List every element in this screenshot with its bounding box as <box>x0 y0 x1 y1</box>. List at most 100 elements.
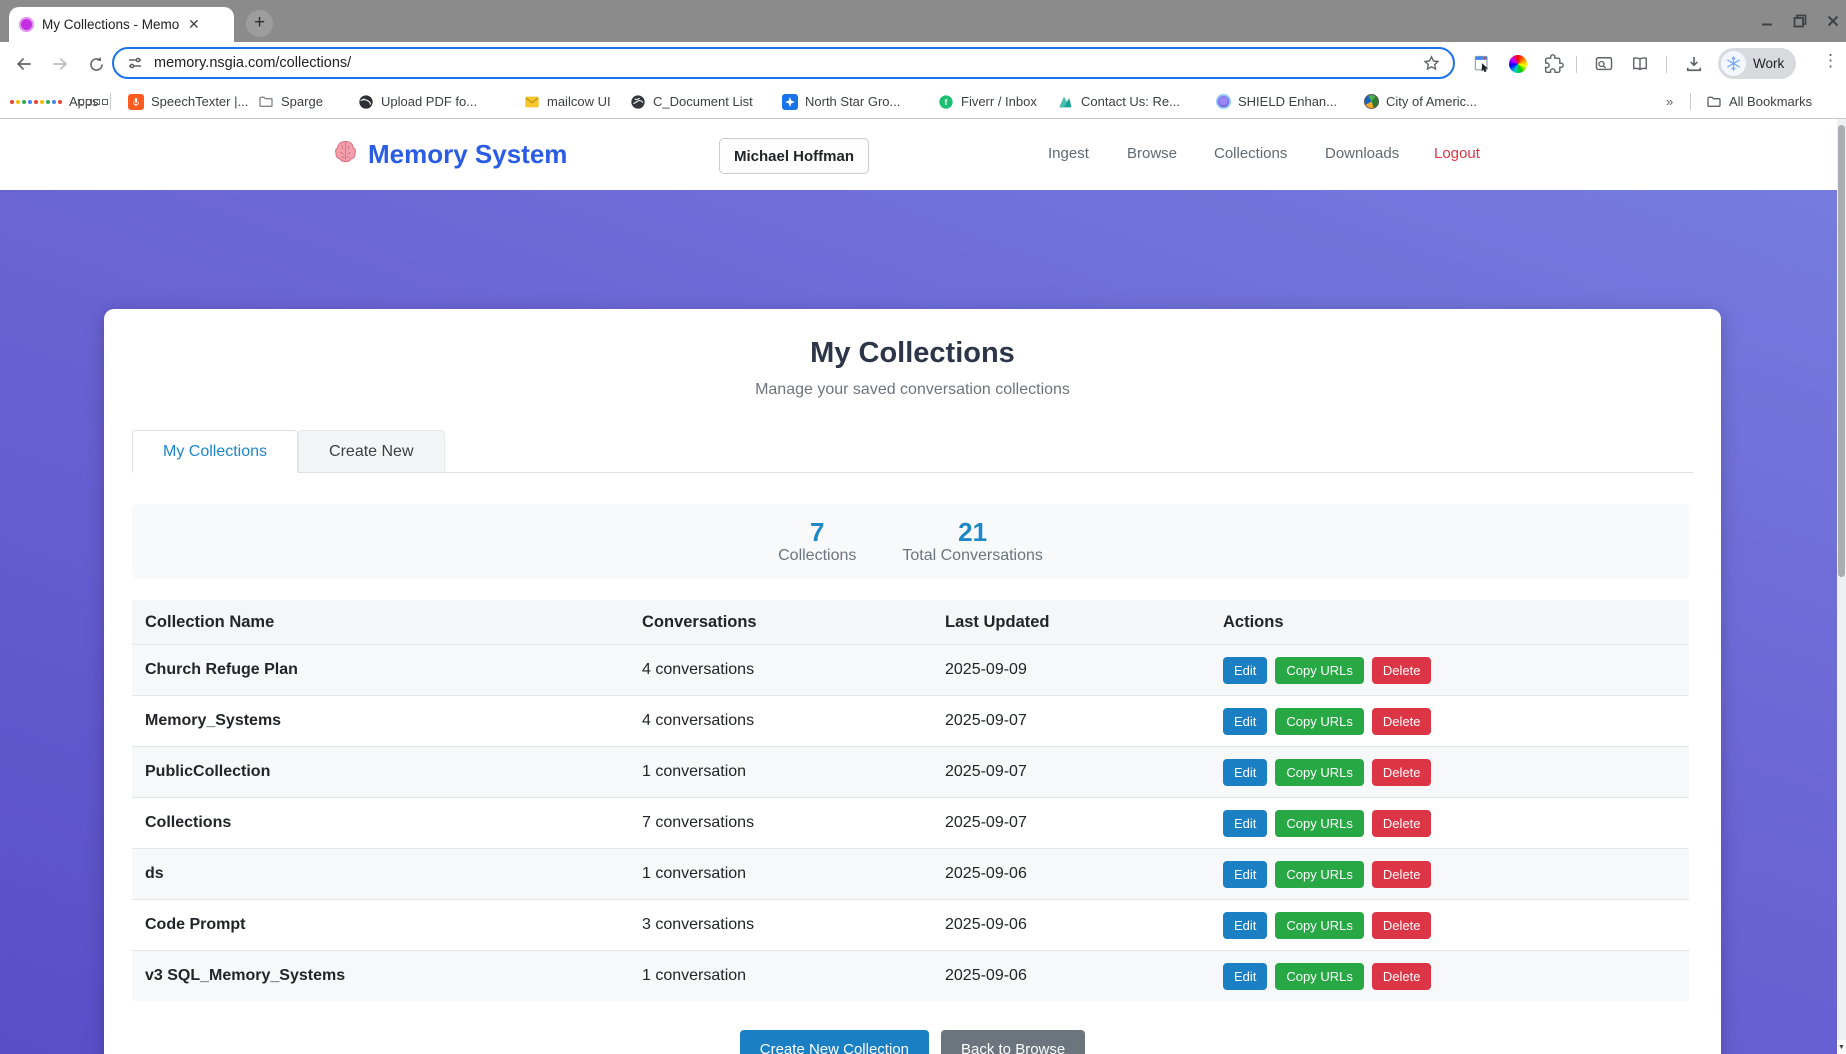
nav-logout[interactable]: Logout <box>1434 145 1480 162</box>
edit-button[interactable]: Edit <box>1223 860 1268 888</box>
table-row: v3 SQL_Memory_Systems 1 conversation 202… <box>132 950 1689 1001</box>
bookmark-mailcow[interactable]: mailcow UI <box>524 85 611 118</box>
browser-titlebar: My Collections - Memory ✕ + <box>0 0 1846 42</box>
url-text[interactable]: memory.nsgia.com/collections/ <box>154 55 1422 71</box>
card-tabs: My Collections Create New <box>132 430 445 473</box>
all-bookmarks-label: All Bookmarks <box>1729 94 1813 109</box>
page-capture-extension-icon[interactable] <box>1470 52 1494 76</box>
site-settings-icon[interactable] <box>126 54 144 72</box>
downloads-icon[interactable] <box>1682 52 1706 76</box>
apps-grid-icon <box>10 99 62 104</box>
nav-downloads[interactable]: Downloads <box>1325 145 1399 162</box>
scrollbar-track[interactable] <box>1837 119 1846 1054</box>
delete-button[interactable]: Delete <box>1371 656 1432 684</box>
profile-chip[interactable]: Work <box>1718 48 1797 79</box>
scrollbar-down-arrow[interactable]: ▼ <box>1837 1040 1846 1054</box>
site-favicon-icon <box>19 17 34 32</box>
copy-urls-button[interactable]: Copy URLs <box>1275 656 1364 684</box>
scrollbar-thumb[interactable] <box>1838 125 1845 577</box>
bookmark-city[interactable]: City of Americ... <box>1364 85 1477 118</box>
table-row: PublicCollection 1 conversation 2025-09-… <box>132 746 1689 798</box>
conversation-count: 3 conversations <box>629 899 932 951</box>
edit-button[interactable]: Edit <box>1223 962 1268 990</box>
collection-name: Collections <box>132 797 629 849</box>
bookmark-shield[interactable]: SHIELD Enhan... <box>1216 85 1337 118</box>
delete-button[interactable]: Delete <box>1371 860 1432 888</box>
user-button[interactable]: Michael Hoffman <box>719 138 869 174</box>
bookmark-upload-pdf[interactable]: Upload PDF fo... <box>358 85 477 118</box>
edit-button[interactable]: Edit <box>1223 911 1268 939</box>
card-footer: Create New Collection Back to Browse <box>104 1030 1721 1054</box>
collections-card: My Collections Manage your saved convers… <box>104 309 1721 1054</box>
col-actions: Actions <box>1210 600 1689 645</box>
folder-icon <box>258 94 274 110</box>
bookmark-fiverr[interactable]: f Fiverr / Inbox <box>938 85 1037 118</box>
collection-name: PublicCollection <box>132 746 629 798</box>
conversation-count: 1 conversation <box>629 746 932 798</box>
bookmarks-separator <box>110 93 111 110</box>
bookmarks-bar: Apps SpeechTexter |... Sparge Upload PDF… <box>0 85 1846 119</box>
edit-button[interactable]: Edit <box>1223 758 1268 786</box>
copy-urls-button[interactable]: Copy URLs <box>1275 911 1364 939</box>
delete-button[interactable]: Delete <box>1371 962 1432 990</box>
copy-urls-button[interactable]: Copy URLs <box>1275 707 1364 735</box>
copy-urls-button[interactable]: Copy URLs <box>1275 758 1364 786</box>
edit-button[interactable]: Edit <box>1223 707 1268 735</box>
bookmark-c-document-list[interactable]: C_Document List <box>630 85 753 118</box>
brand[interactable]: Memory System <box>332 138 567 170</box>
stat-total-conversations: 21 Total Conversations <box>902 518 1043 566</box>
bookmark-label: SpeechTexter |... <box>151 94 249 109</box>
edit-button[interactable]: Edit <box>1223 656 1268 684</box>
table-row: Memory_Systems 4 conversations 2025-09-0… <box>132 695 1689 747</box>
reload-icon[interactable] <box>84 52 108 76</box>
edit-button[interactable]: Edit <box>1223 809 1268 837</box>
restore-icon[interactable] <box>1791 12 1809 30</box>
last-updated: 2025-09-07 <box>932 695 1210 747</box>
all-bookmarks[interactable]: All Bookmarks <box>1706 85 1812 118</box>
address-bar[interactable]: memory.nsgia.com/collections/ <box>112 47 1455 79</box>
delete-button[interactable]: Delete <box>1371 809 1432 837</box>
collection-name: Memory_Systems <box>132 695 629 747</box>
envelope-icon <box>524 94 540 110</box>
minimize-icon[interactable] <box>1758 12 1776 30</box>
last-updated: 2025-09-06 <box>932 848 1210 900</box>
nav-ingest[interactable]: Ingest <box>1048 145 1089 162</box>
forward-icon[interactable] <box>48 52 72 76</box>
screenshot-search-icon[interactable] <box>1592 52 1616 76</box>
delete-button[interactable]: Delete <box>1371 911 1432 939</box>
stat-collections: 7 Collections <box>778 518 856 566</box>
bookmark-star-icon[interactable] <box>1422 54 1441 73</box>
bookmark-north-star[interactable]: North Star Gro... <box>782 85 900 118</box>
create-new-collection-button[interactable]: Create New Collection <box>739 1030 929 1054</box>
bookmark-contact-us[interactable]: Contact Us: Re... <box>1058 85 1180 118</box>
nav-collections[interactable]: Collections <box>1214 145 1287 162</box>
bookmarks-overflow-chevron[interactable]: » <box>1666 85 1673 118</box>
bookmark-label: City of Americ... <box>1386 94 1478 109</box>
close-icon[interactable] <box>1824 12 1842 30</box>
tab-create-new[interactable]: Create New <box>298 430 445 473</box>
reading-list-icon[interactable] <box>1628 52 1652 76</box>
back-icon[interactable] <box>12 52 36 76</box>
bookmark-label: Sparge <box>281 94 323 109</box>
menu-kebab-icon[interactable]: ⋮ <box>1822 51 1839 71</box>
bookmark-sparge[interactable]: Sparge <box>258 85 323 118</box>
extensions-puzzle-icon[interactable] <box>1542 52 1566 76</box>
browser-window: My Collections - Memory ✕ + memory.nsgia… <box>0 0 1846 1054</box>
copy-urls-button[interactable]: Copy URLs <box>1275 962 1364 990</box>
page-background: My Collections Manage your saved convers… <box>0 190 1846 1054</box>
back-to-browse-button[interactable]: Back to Browse <box>941 1030 1086 1054</box>
color-wheel-extension-icon[interactable] <box>1506 52 1530 76</box>
tab-close-icon[interactable]: ✕ <box>188 16 200 33</box>
copy-urls-button[interactable]: Copy URLs <box>1275 809 1364 837</box>
new-tab-button[interactable]: + <box>246 10 273 37</box>
bookmark-speechtexter[interactable]: SpeechTexter |... <box>128 85 248 118</box>
nav-browse[interactable]: Browse <box>1127 145 1177 162</box>
bookmark-label: SHIELD Enhan... <box>1238 94 1337 109</box>
svg-text:f: f <box>945 98 948 107</box>
tab-my-collections[interactable]: My Collections <box>132 430 299 473</box>
tab-groups-icon[interactable] <box>78 85 108 118</box>
delete-button[interactable]: Delete <box>1371 707 1432 735</box>
browser-tab[interactable]: My Collections - Memory ✕ <box>9 7 234 42</box>
copy-urls-button[interactable]: Copy URLs <box>1275 860 1364 888</box>
delete-button[interactable]: Delete <box>1371 758 1432 786</box>
